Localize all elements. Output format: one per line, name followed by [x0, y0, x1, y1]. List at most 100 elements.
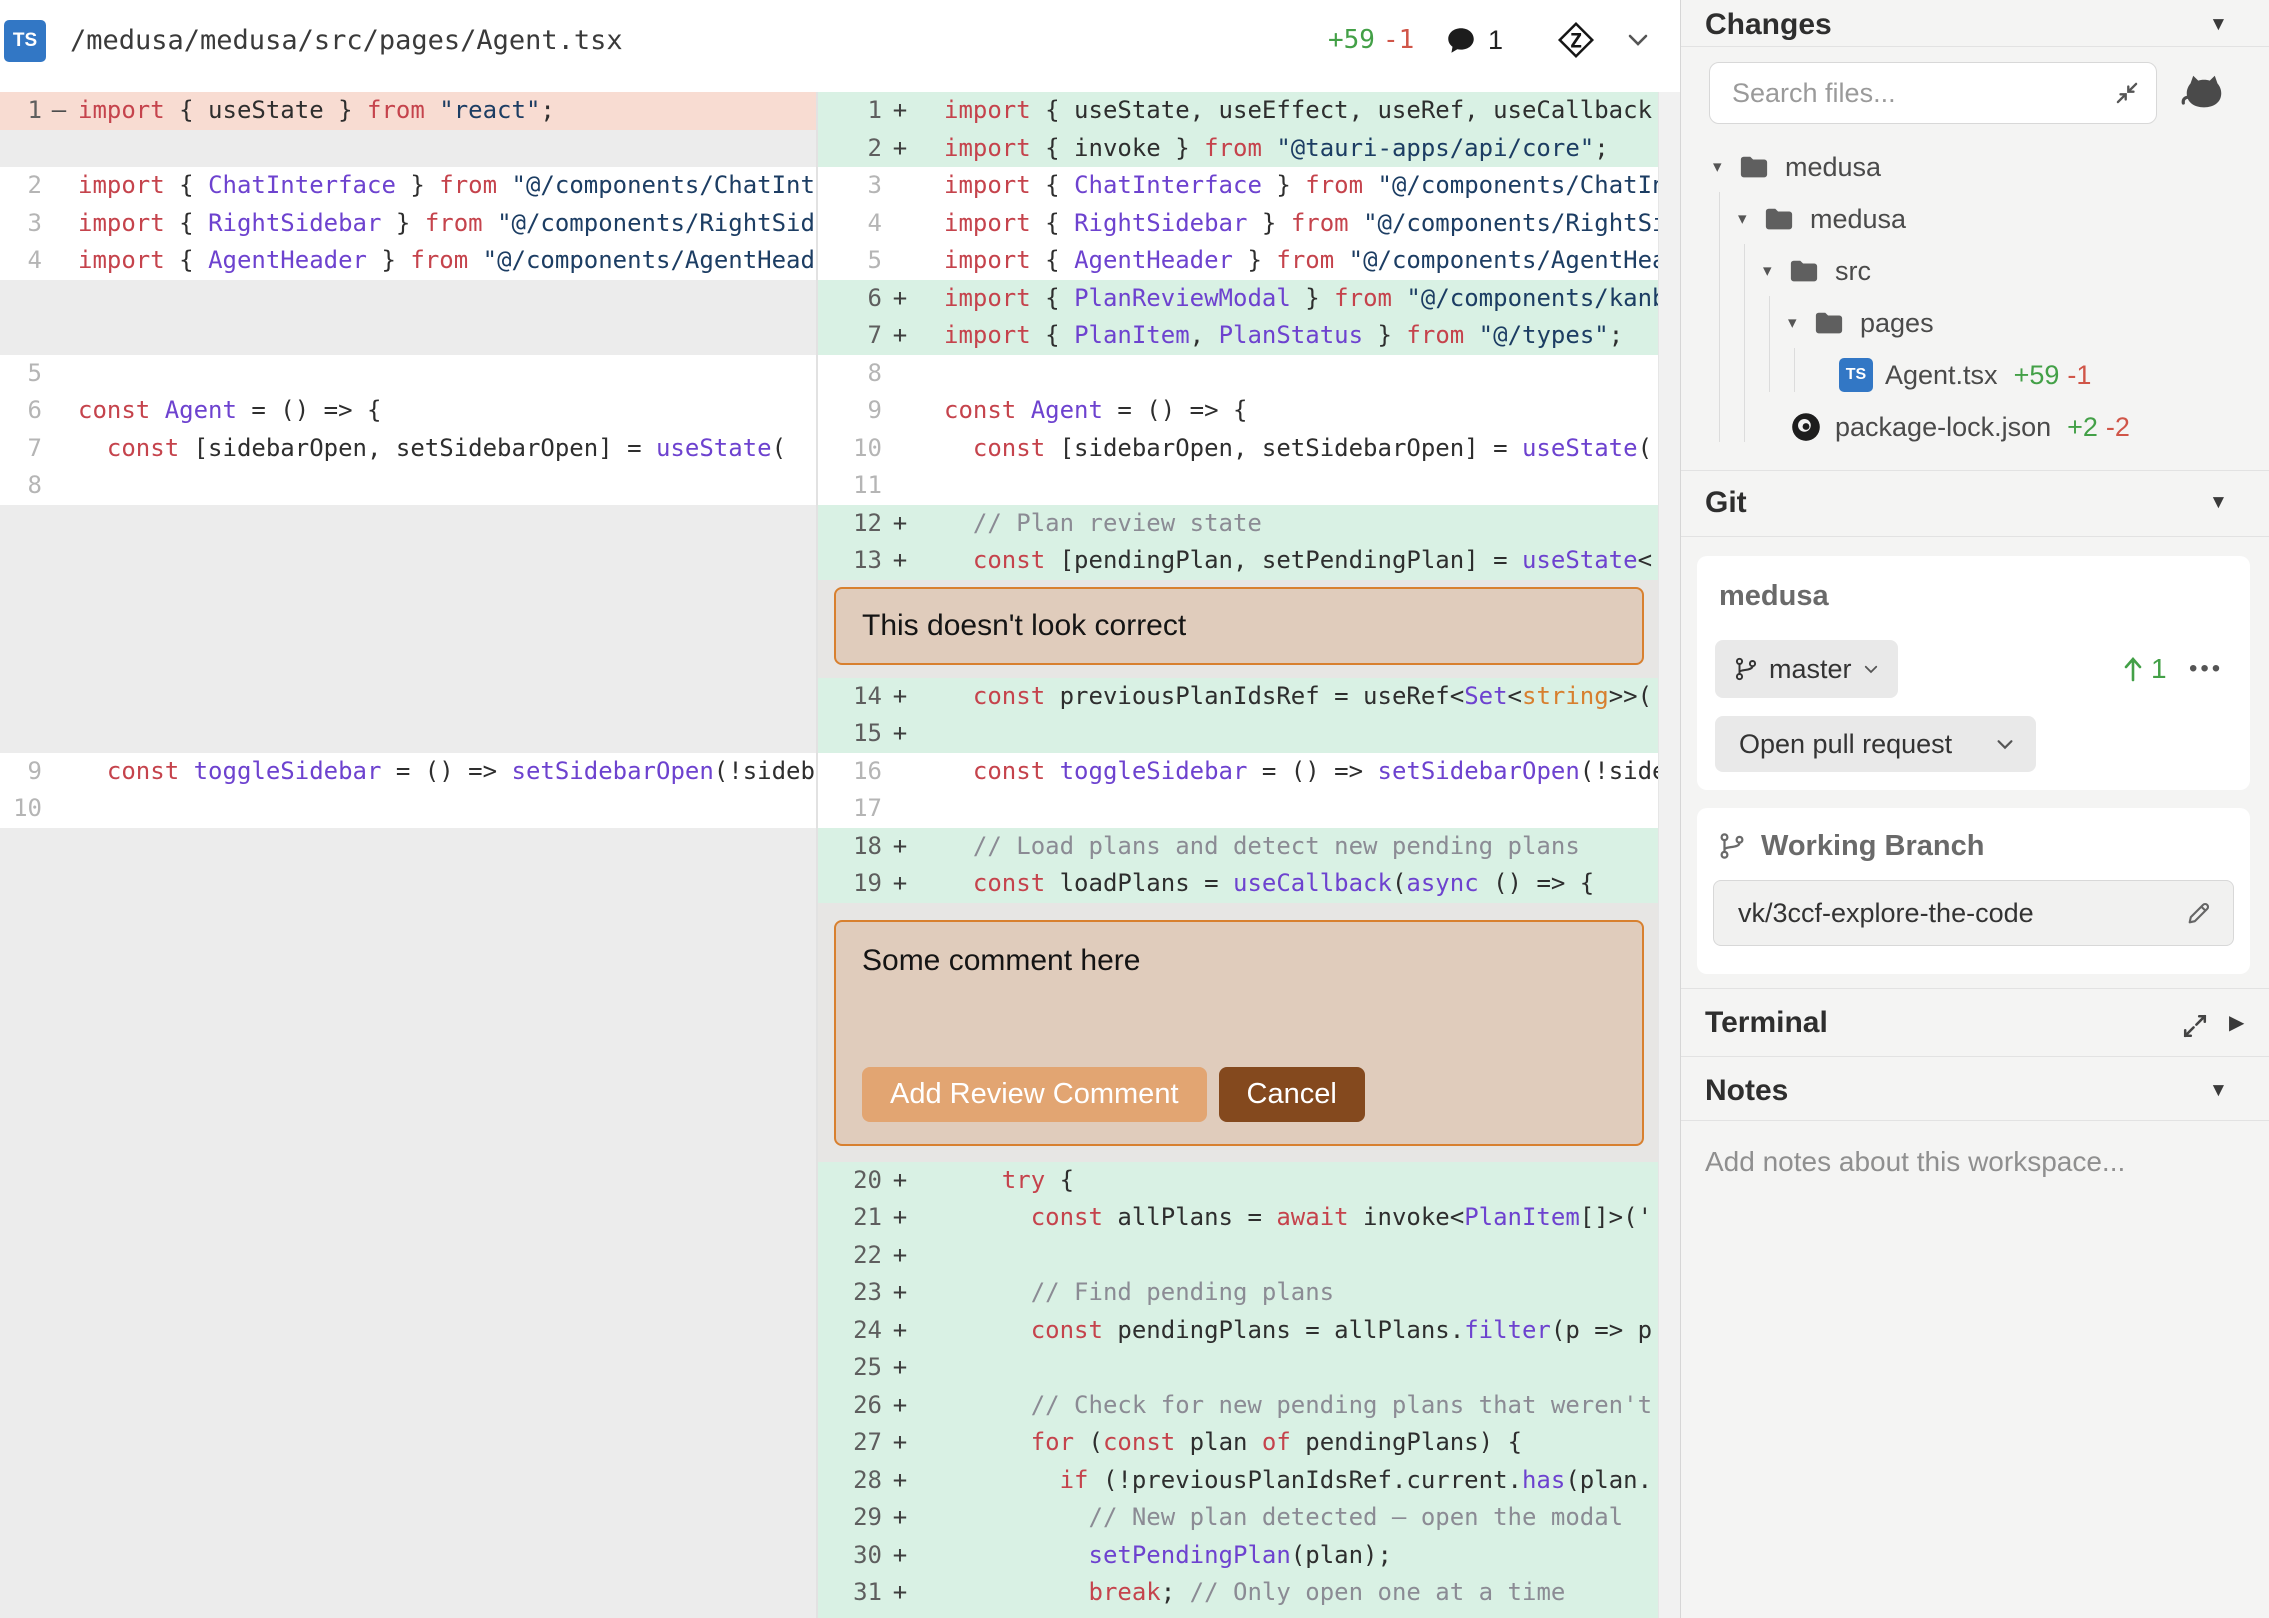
tree-expand-chevron-icon[interactable]: ▾ [1713, 157, 1739, 177]
comments-icon[interactable] [1444, 24, 1478, 58]
tree-item-agent-tsx[interactable]: TSAgent.tsx+59-1 [1681, 352, 2269, 398]
collapse-file-chevron-icon[interactable] [1624, 28, 1652, 52]
file-deletions: -1 [2067, 360, 2091, 391]
diff-sign: + [882, 1274, 918, 1312]
diff-right-cell[interactable]: 32+ } [818, 1612, 1658, 1618]
diff-right-cell[interactable]: 8 [818, 355, 1658, 393]
diff-right-cell[interactable]: 18+ // Load plans and detect new pending… [818, 828, 1658, 866]
cancel-button[interactable]: Cancel [1219, 1067, 1365, 1122]
git-repo-card: medusa master 1 ••• Open [1697, 556, 2250, 790]
diff-right-cell[interactable]: 13+ const [pendingPlan, setPendingPlan] … [818, 542, 1658, 580]
diff-right-cell[interactable]: 10 const [sidebarOpen, setSidebarOpen] =… [818, 430, 1658, 468]
arrow-up-icon [2121, 655, 2145, 683]
working-branch-field[interactable]: vk/3ccf-explore-the-code [1713, 880, 2234, 946]
diff-left-cell[interactable]: 1–import { useState } from "react"; [0, 92, 818, 130]
comment-input[interactable]: Some comment here [862, 944, 1616, 978]
diff-right-cell[interactable]: 31+ break; // Only open one at a time [818, 1574, 1658, 1612]
diff-right-cell[interactable]: 16 const toggleSidebar = () => setSideba… [818, 753, 1658, 791]
comments-count: 1 [1488, 0, 1503, 80]
diff-right-cell[interactable]: 30+ setPendingPlan(plan); [818, 1537, 1658, 1575]
more-actions-icon[interactable]: ••• [2189, 640, 2223, 698]
diff-right-cell[interactable]: 7+import { PlanItem, PlanStatus } from "… [818, 317, 1658, 355]
diff-right-cell[interactable]: 22+ [818, 1237, 1658, 1275]
commits-ahead[interactable]: 1 [2121, 640, 2167, 698]
diff-left-cell[interactable]: 6const Agent = () => { [0, 392, 818, 430]
diff-right-cell[interactable]: 6+import { PlanReviewModal } from "@/com… [818, 280, 1658, 318]
diff-left-cell[interactable]: 4import { AgentHeader } from "@/componen… [0, 242, 818, 280]
diff-sign: + [882, 678, 918, 716]
notes-placeholder[interactable]: Add notes about this workspace... [1705, 1146, 2125, 1178]
diff-left-cell[interactable]: 3import { RightSidebar } from "@/compone… [0, 205, 818, 243]
split-diff-view: 1–import { useState } from "react";1+imp… [0, 92, 1658, 1618]
diff-row: 18+ // Load plans and detect new pending… [0, 828, 1658, 866]
diff-right-cell[interactable]: 19+ const loadPlans = useCallback(async … [818, 865, 1658, 903]
tree-expand-chevron-icon[interactable]: ▾ [1788, 313, 1814, 333]
pull-request-options-button[interactable] [1974, 716, 2036, 772]
github-icon[interactable] [2181, 72, 2227, 118]
diff-right-cell[interactable]: 25+ [818, 1349, 1658, 1387]
notes-collapse-chevron-icon[interactable]: ▼ [2209, 1080, 2228, 1102]
code-line: import { RightSidebar } from "@/componen… [918, 205, 1658, 243]
diff-right-cell[interactable]: 3import { ChatInterface } from "@/compon… [818, 167, 1658, 205]
diff-left-cell[interactable]: 2import { ChatInterface } from "@/compon… [0, 167, 818, 205]
diff-left-cell[interactable]: 9 const toggleSidebar = () => setSidebar… [0, 753, 818, 791]
diff-sign [882, 355, 918, 393]
open-pull-request-button[interactable]: Open pull request [1715, 716, 1976, 772]
diff-right-cell[interactable]: 1+import { useState, useEffect, useRef, … [818, 92, 1658, 130]
diff-right-cell[interactable]: 21+ const allPlans = await invoke<PlanIt… [818, 1199, 1658, 1237]
tree-item-medusa[interactable]: ▾medusa [1681, 196, 2269, 242]
diff-sign [42, 467, 76, 505]
diff-right-cell[interactable]: 14+ const previousPlanIdsRef = useRef<Se… [818, 678, 1658, 716]
expand-terminal-icon[interactable] [2181, 1012, 2209, 1040]
diff-right-cell[interactable]: 4import { RightSidebar } from "@/compone… [818, 205, 1658, 243]
code-line: const Agent = () => { [918, 392, 1247, 430]
diff-sign: + [882, 280, 918, 318]
code-line: try { [918, 1162, 1074, 1200]
tree-item-label: src [1835, 256, 1871, 287]
code-line: import { invoke } from "@tauri-apps/api/… [918, 130, 1609, 168]
diff-right-cell[interactable]: 29+ // New plan detected – open the moda… [818, 1499, 1658, 1537]
diff-sign [42, 392, 76, 430]
diff-left-cell[interactable]: 10 [0, 790, 818, 828]
line-number: 25 [818, 1349, 882, 1387]
z-diff-tool-icon[interactable]: Z [1552, 16, 1600, 64]
diff-right-cell[interactable]: 15+ [818, 715, 1658, 753]
tree-item-medusa[interactable]: ▾medusa [1681, 144, 2269, 190]
diff-right-cell[interactable]: 27+ for (const plan of pendingPlans) { [818, 1424, 1658, 1462]
diff-left-cell[interactable]: 8 [0, 467, 818, 505]
tree-item-src[interactable]: ▾ src [1681, 248, 2269, 294]
diff-right-cell[interactable]: 5import { AgentHeader } from "@/componen… [818, 242, 1658, 280]
terminal-expand-chevron-icon[interactable]: ▶ [2229, 1010, 2244, 1035]
diff-right-cell[interactable]: 26+ // Check for new pending plans that … [818, 1387, 1658, 1425]
diff-right-cell[interactable]: 9const Agent = () => { [818, 392, 1658, 430]
add-review-comment-button[interactable]: Add Review Comment [862, 1067, 1207, 1122]
tree-item-pages[interactable]: ▾pages [1681, 300, 2269, 346]
diff-right-cell[interactable]: 2+import { invoke } from "@tauri-apps/ap… [818, 130, 1658, 168]
tree-item-package-lock-json[interactable]: package-lock.json+2-2 [1681, 404, 2269, 450]
diff-right-cell[interactable]: 28+ if (!previousPlanIdsRef.current.has(… [818, 1462, 1658, 1500]
collapse-tree-icon[interactable] [2114, 80, 2140, 106]
package-lock-icon [1789, 410, 1823, 444]
diff-right-cell[interactable]: 12+ // Plan review state [818, 505, 1658, 543]
edit-branch-pencil-icon[interactable] [2185, 899, 2213, 927]
diff-right-cell[interactable]: 17 [818, 790, 1658, 828]
git-collapse-chevron-icon[interactable]: ▼ [2209, 492, 2228, 514]
tree-expand-chevron-icon[interactable]: ▾ [1763, 261, 1789, 281]
branch-selector[interactable]: master [1715, 640, 1898, 698]
review-comment-box[interactable]: This doesn't look correct [834, 587, 1644, 665]
diff-right-cell[interactable]: 11 [818, 467, 1658, 505]
diff-scrollbar[interactable] [1658, 92, 1680, 1618]
tree-expand-chevron-icon[interactable]: ▾ [1738, 209, 1764, 229]
diff-row: 21+ const allPlans = await invoke<PlanIt… [0, 1199, 1658, 1237]
diff-row: 58 [0, 355, 1658, 393]
diff-left-cell[interactable]: 7 const [sidebarOpen, setSidebarOpen] = … [0, 430, 818, 468]
search-input[interactable] [1710, 78, 2114, 109]
diff-left-cell [0, 828, 818, 866]
diff-row: 30+ setPendingPlan(plan); [0, 1537, 1658, 1575]
diff-right-cell[interactable]: 24+ const pendingPlans = allPlans.filter… [818, 1312, 1658, 1350]
diff-right-cell[interactable]: 23+ // Find pending plans [818, 1274, 1658, 1312]
diff-right-cell[interactable]: 20+ try { [818, 1162, 1658, 1200]
changes-collapse-chevron-icon[interactable]: ▼ [2209, 14, 2228, 36]
ahead-count: 1 [2151, 653, 2167, 685]
diff-left-cell[interactable]: 5 [0, 355, 818, 393]
